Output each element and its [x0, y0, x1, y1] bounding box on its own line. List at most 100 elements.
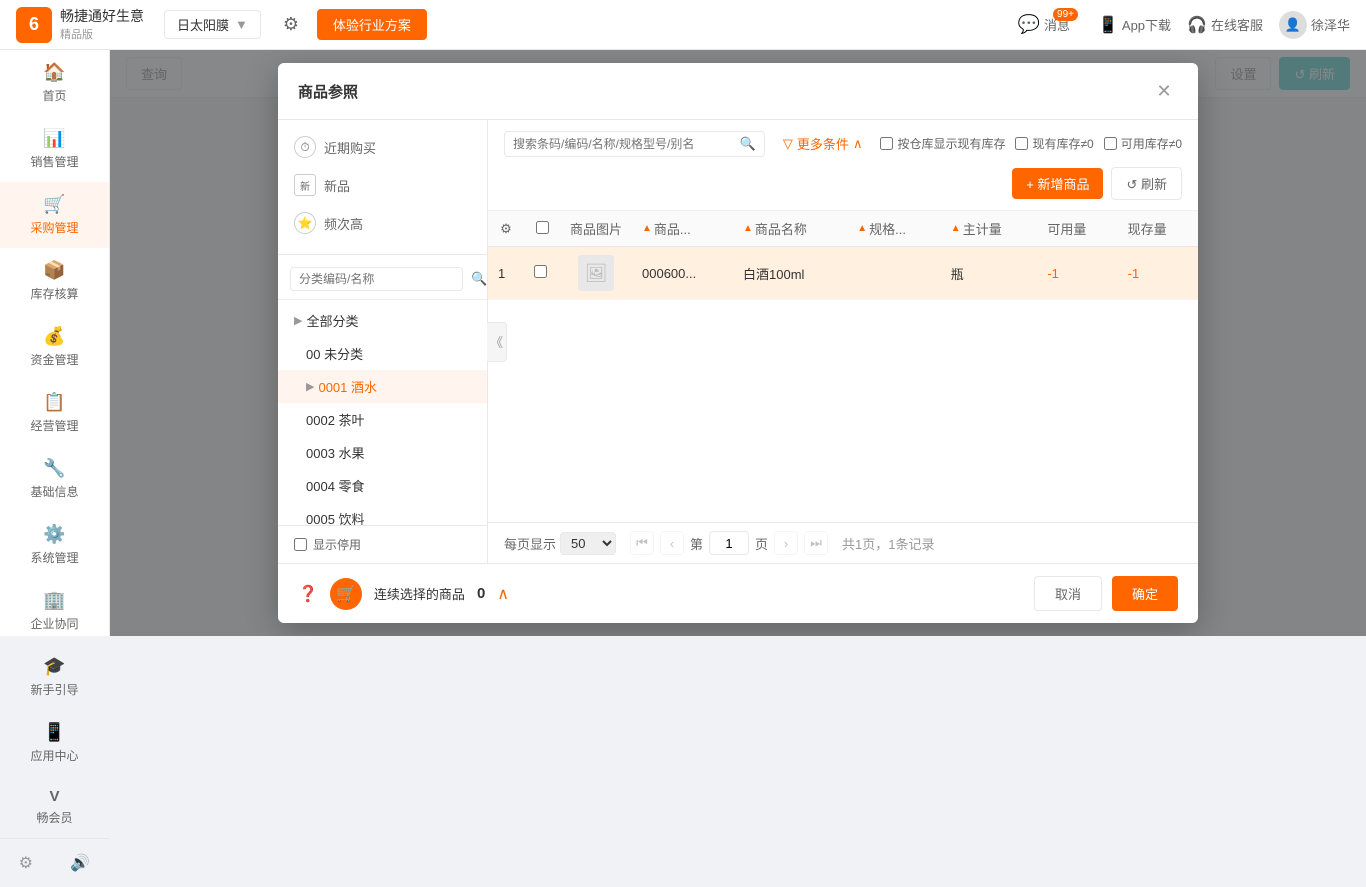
available-nonzero-label: 可用库存≠0: [1121, 135, 1182, 152]
tab-recent-purchase-label: 近期购买: [324, 138, 376, 157]
cart-count: 0: [477, 585, 485, 602]
guide-icon: 🎓: [43, 656, 65, 677]
toolbar-right-actions: + 新增商品 ↺ 刷新: [1012, 167, 1182, 200]
sidebar-label-guide: 新手引导: [30, 681, 78, 698]
category-item-fruit[interactable]: 0003 水果: [278, 436, 487, 469]
sidebar-label-business: 经营管理: [30, 417, 78, 434]
tab-frequent[interactable]: ⭐ 频次高: [278, 204, 487, 242]
stock-nonzero-filter[interactable]: 现有库存≠0: [1015, 135, 1093, 152]
sidebar-item-purchase[interactable]: 🛒 采购管理: [0, 182, 109, 248]
more-filter-btn[interactable]: ▽ 更多条件 ∧: [775, 130, 871, 157]
user-profile[interactable]: 👤 徐泽华: [1279, 11, 1350, 39]
category-item-all[interactable]: ▶ 全部分类: [278, 304, 487, 337]
arrow-icon: ▶: [294, 314, 302, 327]
cancel-button[interactable]: 取消: [1034, 576, 1102, 611]
category-item-snack[interactable]: 0004 零食: [278, 469, 487, 502]
online-service-btn[interactable]: 🎧 在线客服: [1187, 15, 1263, 35]
prev-page-btn[interactable]: ‹: [660, 531, 684, 555]
tab-new-products[interactable]: 新 新品: [278, 166, 487, 204]
available-nonzero-checkbox[interactable]: [1104, 137, 1117, 150]
sidebar-item-business[interactable]: 📋 经营管理: [0, 380, 109, 446]
sidebar-item-system[interactable]: ⚙️ 系统管理: [0, 512, 109, 578]
sales-icon: 📊: [43, 128, 65, 149]
inventory-icon: 📦: [43, 260, 65, 281]
category-item-tea[interactable]: 0002 茶叶: [278, 403, 487, 436]
sidebar-item-guide[interactable]: 🎓 新手引导: [0, 644, 109, 710]
sidebar-item-basic-info[interactable]: 🔧 基础信息: [0, 446, 109, 512]
col-name[interactable]: ▲ 商品名称: [733, 211, 847, 247]
sidebar-sound-btn[interactable]: 🔊: [62, 849, 98, 877]
category-item-alcohol[interactable]: ▶ 0001 酒水: [278, 370, 487, 403]
add-product-button[interactable]: + 新增商品: [1012, 168, 1103, 199]
filter-collapse-icon: ∧: [853, 136, 863, 152]
col-name-label: 商品名称: [755, 219, 807, 238]
sidebar-item-sales[interactable]: 📊 销售管理: [0, 116, 109, 182]
product-reference-modal: 商品参照 ✕ ⏱ 近期购买 新 新品: [278, 63, 1198, 623]
col-unit[interactable]: ▲ 主计量: [941, 211, 1038, 247]
search-submit-icon[interactable]: 🔍: [740, 136, 756, 152]
sidebar-item-member[interactable]: V 畅会员: [0, 776, 109, 838]
category-search-input[interactable]: [290, 267, 463, 291]
first-page-btn[interactable]: ⏮: [630, 531, 654, 555]
sidebar-item-home[interactable]: 🏠 首页: [0, 50, 109, 116]
select-all-checkbox[interactable]: [536, 221, 549, 234]
sidebar-item-apps[interactable]: 📱 应用中心: [0, 710, 109, 776]
help-icon[interactable]: ❓: [298, 584, 318, 604]
last-page-btn[interactable]: ⏭: [804, 531, 828, 555]
sidebar-item-finance[interactable]: 💰 资金管理: [0, 314, 109, 380]
settings-icon-btn[interactable]: ⚙: [273, 7, 309, 43]
messages-btn[interactable]: 💬 99+ 消息: [1018, 14, 1070, 35]
warehouse-stock-label: 按仓库显示现有库存: [897, 135, 1005, 152]
col-code[interactable]: ▲ 商品...: [632, 211, 733, 247]
refresh-button[interactable]: ↺ 刷新: [1111, 167, 1182, 200]
row-checkbox[interactable]: [534, 265, 547, 278]
modal-body: ⏱ 近期购买 新 新品 ⭐ 频次高: [278, 120, 1198, 563]
warehouse-stock-filter[interactable]: 按仓库显示现有库存: [880, 135, 1005, 152]
arrow-icon: ▶: [306, 380, 314, 393]
recent-purchase-icon: ⏱: [294, 136, 316, 158]
modal-title: 商品参照: [298, 81, 358, 102]
store-selector[interactable]: 日太阳膜 ▼: [164, 10, 261, 39]
category-item-uncategorized[interactable]: 00 未分类: [278, 337, 487, 370]
cell-image: 🖼: [560, 247, 632, 300]
page-number-input[interactable]: [709, 531, 749, 555]
tab-recent-purchase[interactable]: ⏱ 近期购买: [278, 128, 487, 166]
user-avatar: 👤: [1279, 11, 1307, 39]
category-label: 0001 酒水: [318, 377, 377, 396]
warehouse-stock-checkbox[interactable]: [880, 137, 893, 150]
col-spec[interactable]: ▲ 规格...: [847, 211, 941, 247]
page-size-selector: 每页显示 10 20 50 100: [504, 532, 616, 555]
sidebar-label-inventory: 库存核算: [30, 285, 78, 302]
main-area: 查询 设置 ↺ 刷新 商品参照 ✕ ⏱: [110, 50, 1366, 636]
product-search-input[interactable]: [513, 137, 734, 151]
category-item-beverage[interactable]: 0005 饮料: [278, 502, 487, 525]
cta-button[interactable]: 体验行业方案: [317, 9, 427, 40]
app-download-btn[interactable]: 📱 App下载: [1098, 15, 1171, 35]
display-stopped-checkbox[interactable]: [294, 538, 307, 551]
apps-icon: 📱: [43, 722, 65, 743]
sidebar-settings-btn[interactable]: ⚙: [11, 849, 41, 877]
settings-icon[interactable]: ⚙: [500, 221, 512, 236]
next-page-btn[interactable]: ›: [774, 531, 798, 555]
collapse-btn[interactable]: ∧: [497, 584, 509, 604]
confirm-button[interactable]: 确定: [1112, 576, 1178, 611]
stock-nonzero-checkbox[interactable]: [1015, 137, 1028, 150]
sidebar-item-enterprise[interactable]: 🏢 企业协同: [0, 578, 109, 644]
sidebar-label-home: 首页: [42, 87, 66, 104]
search-input-wrap: 🔍: [504, 131, 765, 157]
table-row[interactable]: 1 🖼 000600... 白酒100ml: [488, 247, 1198, 300]
logo-icon: 6: [16, 7, 52, 43]
modal-quick-tabs: ⏱ 近期购买 新 新品 ⭐ 频次高: [278, 120, 487, 250]
category-search-icon[interactable]: 🔍: [471, 271, 487, 287]
modal-close-button[interactable]: ✕: [1150, 77, 1178, 105]
frequent-icon: ⭐: [294, 212, 316, 234]
sort-desc-icon: ▲: [743, 223, 753, 234]
top-navigation: 6 畅捷通好生意 精品版 日太阳膜 ▼ ⚙ 体验行业方案 💬 99+ 消息 📱 …: [0, 0, 1366, 50]
cart-icon: 🛒: [330, 578, 362, 610]
col-unit-label: 主计量: [963, 219, 1002, 238]
page-size-select[interactable]: 10 20 50 100: [560, 532, 616, 555]
category-tree: ▶ 全部分类 00 未分类 ▶ 0001 酒水 0002 茶叶: [278, 300, 487, 525]
available-nonzero-filter[interactable]: 可用库存≠0: [1104, 135, 1182, 152]
sidebar-item-inventory[interactable]: 📦 库存核算: [0, 248, 109, 314]
logo-sub: 精品版: [60, 26, 144, 42]
